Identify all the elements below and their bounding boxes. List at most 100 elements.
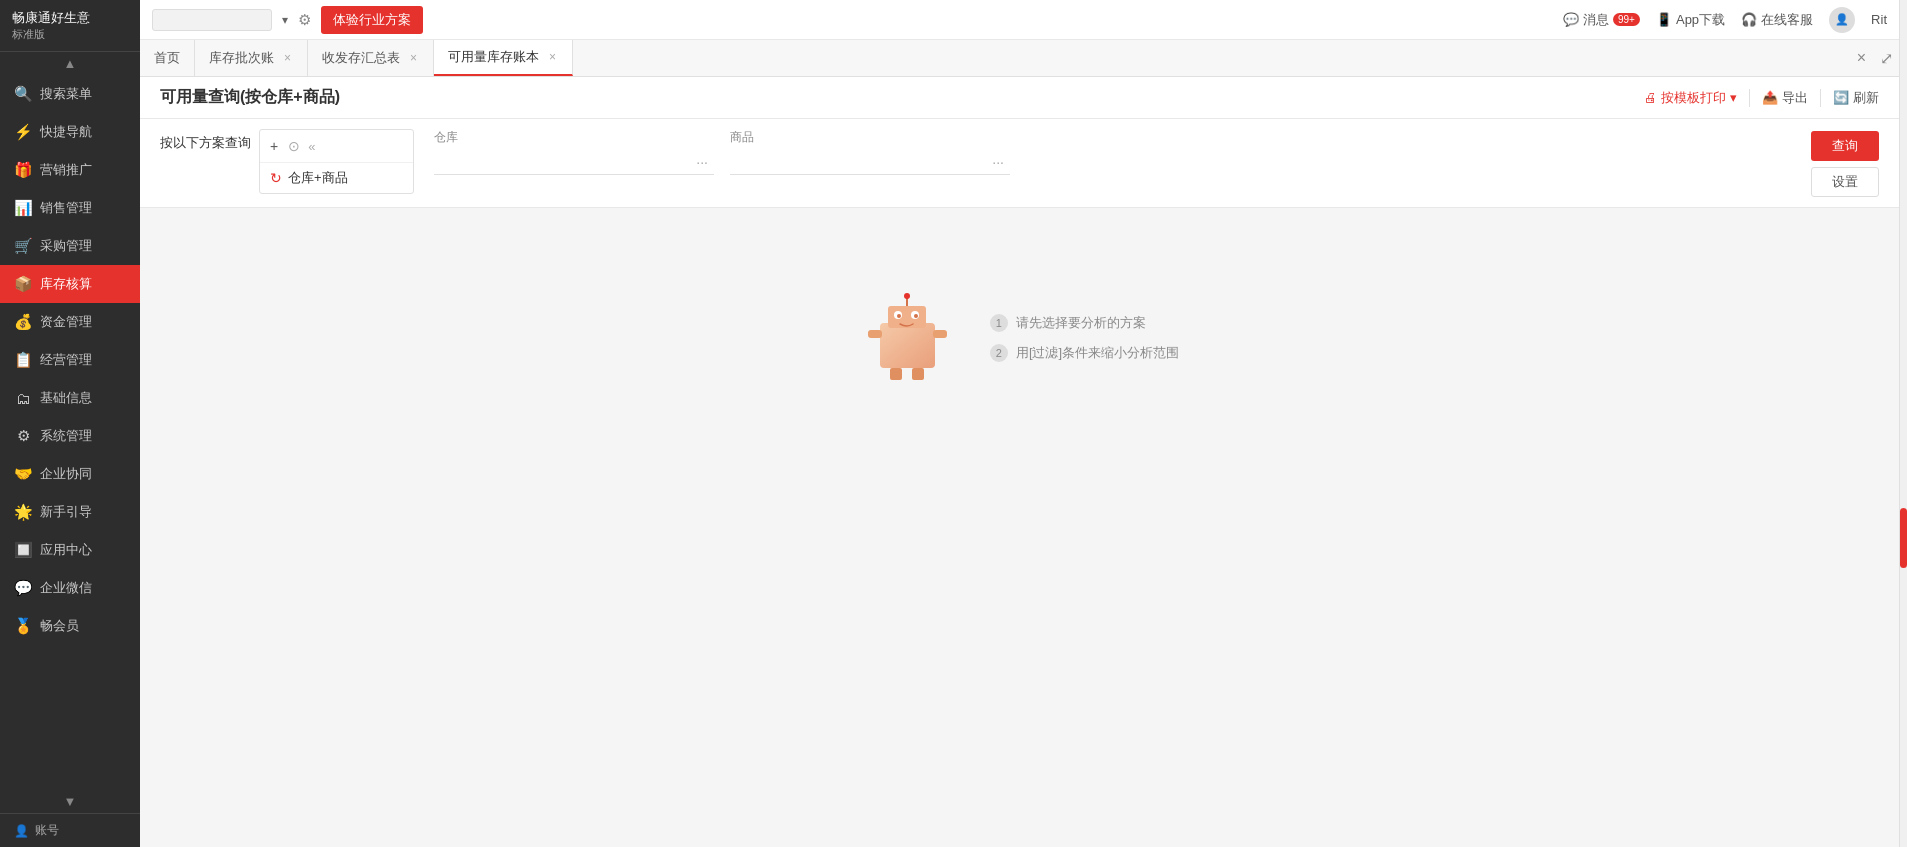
filter-collapse-icon[interactable]: « bbox=[308, 139, 315, 154]
sidebar-logo-sub: 标准版 bbox=[12, 27, 128, 41]
sidebar-icon-wecom: 💬 bbox=[14, 579, 32, 597]
warehouse-more-icon[interactable]: ··· bbox=[696, 154, 708, 170]
svg-point-11 bbox=[904, 293, 910, 299]
empty-illustration bbox=[860, 288, 960, 388]
tab-available_ledger[interactable]: 可用量库存账本 × bbox=[434, 40, 573, 76]
query-button[interactable]: 查询 bbox=[1811, 131, 1879, 161]
message-badge: 99+ bbox=[1613, 13, 1640, 26]
sidebar-item-newbie[interactable]: 🌟新手引导 bbox=[0, 493, 140, 531]
sidebar-item-finance[interactable]: 💰资金管理 bbox=[0, 303, 140, 341]
sidebar-item-shortcut[interactable]: ⚡快捷导航 bbox=[0, 113, 140, 151]
filter-fields: 仓库 ··· 商品 ··· bbox=[414, 129, 1801, 175]
schema-item-icon: ↻ bbox=[270, 170, 282, 186]
print-button[interactable]: 🖨 按模板打印 ▾ bbox=[1644, 89, 1737, 107]
tab-expand-button[interactable]: ⤢ bbox=[1874, 40, 1899, 76]
tabs-bar: 首页库存批次账× 收发存汇总表 × 可用量库存账本 × × ⤢ bbox=[140, 40, 1899, 77]
service-label: 在线客服 bbox=[1761, 11, 1813, 29]
sidebar-item-purchase[interactable]: 🛒 采购管理 bbox=[0, 227, 140, 265]
empty-tips: 1 请先选择要分析的方案 2 用[过滤]条件来缩小分析范围 bbox=[990, 314, 1179, 362]
svg-rect-6 bbox=[890, 368, 902, 380]
user-avatar: 👤 bbox=[1829, 7, 1855, 33]
filter-schema-header: + ⊙ « bbox=[260, 130, 413, 163]
service-icon: 🎧 bbox=[1741, 12, 1757, 27]
svg-rect-0 bbox=[880, 323, 935, 368]
sidebar-item-marketing[interactable]: 🎁营销推广 bbox=[0, 151, 140, 189]
app-icon: 📱 bbox=[1656, 12, 1672, 27]
sidebar-bottom-label: 账号 bbox=[35, 822, 59, 839]
empty-tip-1: 1 请先选择要分析的方案 bbox=[990, 314, 1179, 332]
tab-batch_ledger[interactable]: 库存批次账× bbox=[195, 40, 308, 76]
topbar-right: 💬 消息 99+ 📱 App下载 🎧 在线客服 👤 Rit bbox=[1563, 7, 1887, 33]
svg-rect-9 bbox=[933, 330, 947, 338]
sidebar-icon-shortcut: ⚡ bbox=[14, 123, 32, 141]
sidebar-item-sales[interactable]: 📊销售管理 bbox=[0, 189, 140, 227]
sidebar-item-wecom[interactable]: 💬企业微信 bbox=[0, 569, 140, 607]
refresh-button[interactable]: 🔄 刷新 bbox=[1833, 89, 1879, 107]
sidebar-item-search[interactable]: 🔍 搜索菜单 bbox=[0, 75, 140, 113]
topbar-messages[interactable]: 💬 消息 99+ bbox=[1563, 11, 1640, 29]
sidebar-icon-system: ⚙ bbox=[14, 427, 32, 445]
product-input[interactable] bbox=[736, 155, 984, 170]
sidebar-item-basic[interactable]: 🗂基础信息 bbox=[0, 379, 140, 417]
topbar-dropdown-button[interactable]: ▾ bbox=[282, 13, 288, 27]
sidebar-item-operation[interactable]: 📋经营管理 bbox=[0, 341, 140, 379]
tab-close-recv_summary[interactable]: × bbox=[408, 50, 419, 66]
sidebar-label-basic: 基础信息 bbox=[40, 389, 92, 407]
tab-close-batch_ledger[interactable]: × bbox=[282, 50, 293, 66]
sidebar-item-member[interactable]: 🏅畅会员 bbox=[0, 607, 140, 645]
svg-rect-8 bbox=[868, 330, 882, 338]
tab-home[interactable]: 首页 bbox=[140, 40, 195, 76]
sidebar-item-appstore[interactable]: 🔲应用中心 bbox=[0, 531, 140, 569]
tab-close-all-button[interactable]: × bbox=[1849, 40, 1874, 76]
empty-state-content: 1 请先选择要分析的方案 2 用[过滤]条件来缩小分析范围 bbox=[860, 288, 1179, 388]
sidebar-label-purchase: 采购管理 bbox=[40, 237, 92, 255]
right-scrollbar[interactable] bbox=[1899, 0, 1907, 847]
warehouse-input[interactable] bbox=[440, 155, 688, 170]
sidebar-label-marketing: 营销推广 bbox=[40, 161, 92, 179]
sidebar-item-system[interactable]: ⚙系统管理 bbox=[0, 417, 140, 455]
topbar-gear-icon[interactable]: ⚙ bbox=[298, 11, 311, 29]
sidebar: 畅康通好生意 标准版 ▲ 🔍 搜索菜单 ⚡快捷导航🎁营销推广📊销售管理 🛒 采购管理 📦库… bbox=[0, 0, 140, 847]
filter-settings-schema-button[interactable]: ⊙ bbox=[286, 136, 302, 156]
tab-close-available_ledger[interactable]: × bbox=[547, 49, 558, 65]
empty-state: 1 请先选择要分析的方案 2 用[过滤]条件来缩小分析范围 bbox=[140, 208, 1899, 468]
filter-label: 按以下方案查询 bbox=[160, 129, 251, 157]
product-more-icon[interactable]: ··· bbox=[992, 154, 1004, 170]
topbar-app-download[interactable]: 📱 App下载 bbox=[1656, 11, 1725, 29]
refresh-label: 刷新 bbox=[1853, 89, 1879, 107]
message-icon: 💬 bbox=[1563, 12, 1579, 27]
user-name[interactable]: Rit bbox=[1871, 12, 1887, 27]
tab-label-recv_summary: 收发存汇总表 bbox=[322, 49, 400, 67]
filter-area: 按以下方案查询 + ⊙ « ↻ 仓库+商品 仓库 bbox=[140, 119, 1899, 208]
sidebar-label-search: 搜索菜单 bbox=[40, 85, 92, 103]
topbar-customer-service[interactable]: 🎧 在线客服 bbox=[1741, 11, 1813, 29]
header-divider-2 bbox=[1820, 89, 1821, 107]
tab-label-home: 首页 bbox=[154, 49, 180, 67]
sidebar-item-corp[interactable]: 🤝企业协同 bbox=[0, 455, 140, 493]
sidebar-scroll-down[interactable]: ▼ bbox=[0, 790, 140, 813]
topbar-search-input[interactable] bbox=[152, 9, 272, 31]
sidebar-logo: 畅康通好生意 标准版 bbox=[0, 0, 140, 52]
tab-label-available_ledger: 可用量库存账本 bbox=[448, 48, 539, 66]
tab-recv_summary[interactable]: 收发存汇总表 × bbox=[308, 40, 434, 76]
refresh-icon: 🔄 bbox=[1833, 90, 1849, 105]
sidebar-icon-purchase: 🛒 bbox=[14, 237, 32, 255]
sidebar-bottom: 👤 账号 bbox=[0, 813, 140, 847]
svg-point-4 bbox=[897, 314, 901, 318]
svg-point-5 bbox=[914, 314, 918, 318]
sidebar-label-sales: 销售管理 bbox=[40, 199, 92, 217]
filter-schema-panel: + ⊙ « ↻ 仓库+商品 bbox=[259, 129, 414, 194]
sidebar-label-finance: 资金管理 bbox=[40, 313, 92, 331]
sidebar-icon-search: 🔍 bbox=[14, 85, 32, 103]
sidebar-scroll-up[interactable]: ▲ bbox=[0, 52, 140, 75]
filter-add-schema-button[interactable]: + bbox=[268, 136, 280, 156]
filter-field-warehouse: 仓库 ··· bbox=[434, 129, 714, 175]
export-button[interactable]: 📤 导出 bbox=[1762, 89, 1808, 107]
filter-settings-button[interactable]: 设置 bbox=[1811, 167, 1879, 197]
schema-item-warehouse-product[interactable]: ↻ 仓库+商品 bbox=[260, 163, 413, 193]
main-area: ▾ ⚙ 体验行业方案 💬 消息 99+ 📱 App下载 🎧 在线客服 👤 Rit bbox=[140, 0, 1899, 847]
topbar-trial-button[interactable]: 体验行业方案 bbox=[321, 6, 423, 34]
topbar: ▾ ⚙ 体验行业方案 💬 消息 99+ 📱 App下载 🎧 在线客服 👤 Rit bbox=[140, 0, 1899, 40]
sidebar-icon-corp: 🤝 bbox=[14, 465, 32, 483]
sidebar-item-inventory[interactable]: 📦库存核算 bbox=[0, 265, 140, 303]
